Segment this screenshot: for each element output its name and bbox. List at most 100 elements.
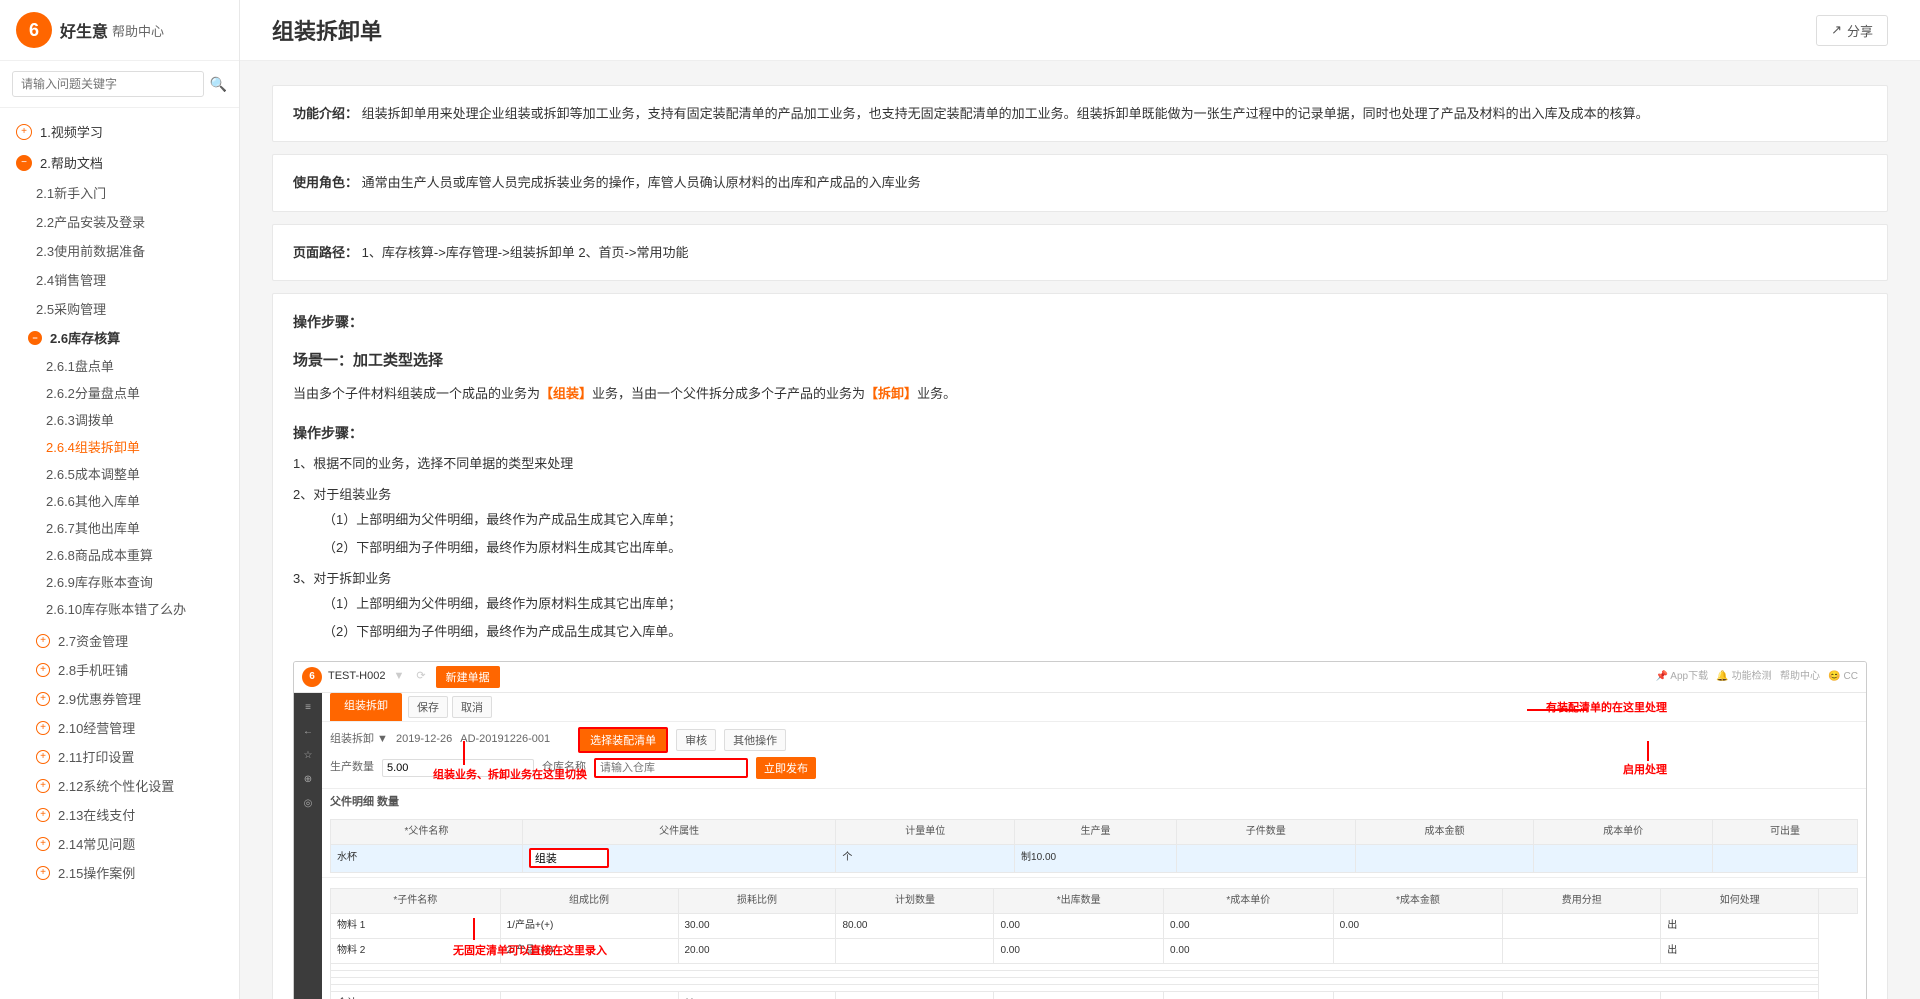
sub-cell-plan-1: 80.00 xyxy=(836,913,994,938)
type-select[interactable] xyxy=(529,848,609,868)
sidebar-item-install[interactable]: 2.2产品安装及登录 xyxy=(0,207,239,236)
sidebar-header: 6 好生意 帮助中心 xyxy=(0,0,239,61)
cell-sub-qty xyxy=(1176,844,1355,872)
col-avail-qty: 可出量 xyxy=(1712,819,1857,844)
sub-footer-6 xyxy=(1333,991,1503,999)
sidebar-item-assembly[interactable]: 2.6.4组装拆卸单 xyxy=(0,433,239,460)
role-text: 通常由生产人员或库管人员完成拆装业务的操作，库管人员确认原材料的出库和产成品的入… xyxy=(362,175,921,190)
intro-card: 功能介绍： 组装拆卸单用来处理企业组装或拆卸等加工业务，支持有固定装配清单的产品… xyxy=(272,85,1888,142)
plus-icon-coupon: + xyxy=(36,692,50,706)
scene1-title: 场景一：加工类型选择 xyxy=(293,347,1867,374)
path-card: 页面路径： 1、库存核算->库存管理->组装拆卸单 2、首页->常用功能 xyxy=(272,224,1888,281)
parent-table-label: 父件明细 数量 xyxy=(330,793,1858,813)
sub-cell-out-1: 0.00 xyxy=(994,913,1164,938)
form-produce-label: 生产数量 xyxy=(330,758,374,778)
screenshot-container: 6 TEST-H002 ▼ ⟳ 新建单据 📌 App下载 🔔 功能检测 帮助中心… xyxy=(293,661,1867,999)
sidebar-item-stock-check[interactable]: 2.6.9库存账本查询 xyxy=(0,568,239,595)
app-tab-bar: 组装拆卸 保存 取消 xyxy=(322,693,1866,722)
sidebar-item-partial[interactable]: 2.6.2分量盘点单 xyxy=(0,379,239,406)
sidebar-item-sales[interactable]: 2.4销售管理 xyxy=(0,265,239,294)
plus-icon-case: + xyxy=(36,866,50,880)
produce-qty-input[interactable] xyxy=(382,759,534,777)
sub-cell-share-1 xyxy=(1503,913,1661,938)
sidebar-item-label: 2.帮助文档 xyxy=(40,153,223,172)
search-input[interactable] xyxy=(12,71,204,97)
sub-col-4: 计划数量 xyxy=(836,888,994,913)
step2-text: 2、对于组装业务 xyxy=(293,483,1867,508)
sub-cell-share-2 xyxy=(1503,938,1661,963)
confirm-button[interactable]: 立即发布 xyxy=(756,757,816,779)
sub-col-2: 组成比例 xyxy=(500,888,678,913)
sub-footer-1 xyxy=(500,991,678,999)
tab-assembly[interactable]: 组装拆卸 xyxy=(330,693,402,721)
sidebar-item-faq[interactable]: + 2.14常见问题 xyxy=(0,829,239,858)
refresh-icon: ⟳ xyxy=(416,667,425,687)
role-label: 使用角色： xyxy=(293,175,358,190)
role-card: 使用角色： 通常由生产人员或库管人员完成拆装业务的操作，库管人员确认原材料的出库… xyxy=(272,154,1888,211)
sidebar-finance-label: 2.7资金管理 xyxy=(58,631,128,650)
plus-icon: + xyxy=(16,124,32,140)
sidebar-item-in-other[interactable]: 2.6.6其他入库单 xyxy=(0,487,239,514)
sub-table-row-1: 物料 1 1/产品+(+) 30.00 80.00 0.00 0.00 0.00 xyxy=(331,913,1858,938)
new-order-button[interactable]: 新建单据 xyxy=(436,666,500,688)
store-input[interactable] xyxy=(594,758,748,778)
btn-save[interactable]: 保存 xyxy=(408,696,448,718)
btn-cancel[interactable]: 取消 xyxy=(452,696,492,718)
col-cost-amount: 成本金额 xyxy=(1355,819,1534,844)
sub-cell-ratio-1: 1/产品+(+) xyxy=(500,913,678,938)
sidebar-item-ops[interactable]: + 2.10经营管理 xyxy=(0,713,239,742)
sidebar-item-data[interactable]: 2.3使用前数据准备 xyxy=(0,236,239,265)
sidebar-item-goods-cost[interactable]: 2.6.8商品成本重算 xyxy=(0,541,239,568)
sidebar-faq-label: 2.14常见问题 xyxy=(58,834,135,853)
sidebar-item-finance[interactable]: + 2.7资金管理 xyxy=(0,626,239,655)
sidebar-item-video[interactable]: + 1.视频学习 xyxy=(0,116,239,147)
sidebar-item-stock-err[interactable]: 2.6.10库存账本错了么办 xyxy=(0,595,239,622)
share-button[interactable]: ↗ 分享 xyxy=(1816,15,1888,46)
path-text: 1、库存核算->库存管理->组装拆卸单 2、首页->常用功能 xyxy=(362,245,689,260)
cell-cost-amount xyxy=(1355,844,1534,872)
plus-icon-faq: + xyxy=(36,837,50,851)
sidebar-item-out-other[interactable]: 2.6.7其他出库单 xyxy=(0,514,239,541)
search-icon[interactable]: 🔍 xyxy=(210,76,227,93)
search-box[interactable]: 🔍 xyxy=(0,61,239,108)
sub-footer-label: 合计 xyxy=(331,991,501,999)
sub-table-row-4 xyxy=(331,970,1858,977)
step3-2-text: （2）下部明细为子件明细，最终作为产成品生成其它入库单。 xyxy=(323,620,1867,645)
sidebar-item-count[interactable]: 2.6.1盘点单 xyxy=(0,352,239,379)
btn-other[interactable]: 其他操作 xyxy=(724,729,786,751)
step3-1-text: （1）上部明细为父件明细，最终作为原材料生成其它出库单； xyxy=(323,592,1867,617)
sidebar-item-mobile[interactable]: + 2.8手机旺铺 xyxy=(0,655,239,684)
config-list-button[interactable]: 选择装配清单 xyxy=(578,727,668,753)
share-label: 分享 xyxy=(1847,21,1873,40)
sidebar-item-pay[interactable]: + 2.13在线支付 xyxy=(0,800,239,829)
sidebar-item-adjust[interactable]: 2.6.3调拨单 xyxy=(0,406,239,433)
main-content: 组装拆卸单 ↗ 分享 功能介绍： 组装拆卸单用来处理企业组装或拆卸等加工业务，支… xyxy=(240,0,1920,999)
minus-icon-stock: − xyxy=(28,331,42,345)
sub-col-8: 费用分担 xyxy=(1503,888,1661,913)
sidebar-item-coupon[interactable]: + 2.9优惠券管理 xyxy=(0,684,239,713)
top-bar: 组装拆卸单 ↗ 分享 xyxy=(240,0,1920,61)
sidebar-item-purchase[interactable]: 2.5采购管理 xyxy=(0,294,239,323)
app-left-nav: ≡ ← ☆ ⊕ ◎ xyxy=(294,693,322,999)
sub-col-3: 损耗比例 xyxy=(678,888,836,913)
sidebar-item-custom[interactable]: + 2.12系统个性化设置 xyxy=(0,771,239,800)
path-label: 页面路径： xyxy=(293,245,358,260)
btn-approve[interactable]: 审核 xyxy=(676,729,716,751)
sidebar-item-new[interactable]: 2.1新手入门 xyxy=(0,178,239,207)
sidebar-item-case[interactable]: + 2.15操作案例 xyxy=(0,858,239,887)
plus-icon-mobile: + xyxy=(36,663,50,677)
sidebar-item-docs[interactable]: − 2.帮助文档 xyxy=(0,147,239,178)
col-parent-attr: 父件属性 xyxy=(522,819,836,844)
sidebar-item-cost[interactable]: 2.6.5成本调整单 xyxy=(0,460,239,487)
page-title: 组装拆卸单 xyxy=(272,14,382,46)
sub-col-7: *成本金额 xyxy=(1333,888,1503,913)
sub-table-footer: 合计 ￥0.00 0.00 0.00 0.00 xyxy=(331,991,1858,999)
plus-icon-pay: + xyxy=(36,808,50,822)
form-store-label: 仓库名称 xyxy=(542,758,586,778)
sidebar-coupon-label: 2.9优惠券管理 xyxy=(58,689,141,708)
col-parent-qty: 生产量 xyxy=(1015,819,1177,844)
sidebar-item-stock[interactable]: − 2.6库存核算 xyxy=(0,323,239,352)
sidebar-item-print[interactable]: + 2.11打印设置 xyxy=(0,742,239,771)
nav-icon-5: ◎ xyxy=(304,795,313,813)
form-no-label: AD-20191226-001 xyxy=(460,730,550,750)
